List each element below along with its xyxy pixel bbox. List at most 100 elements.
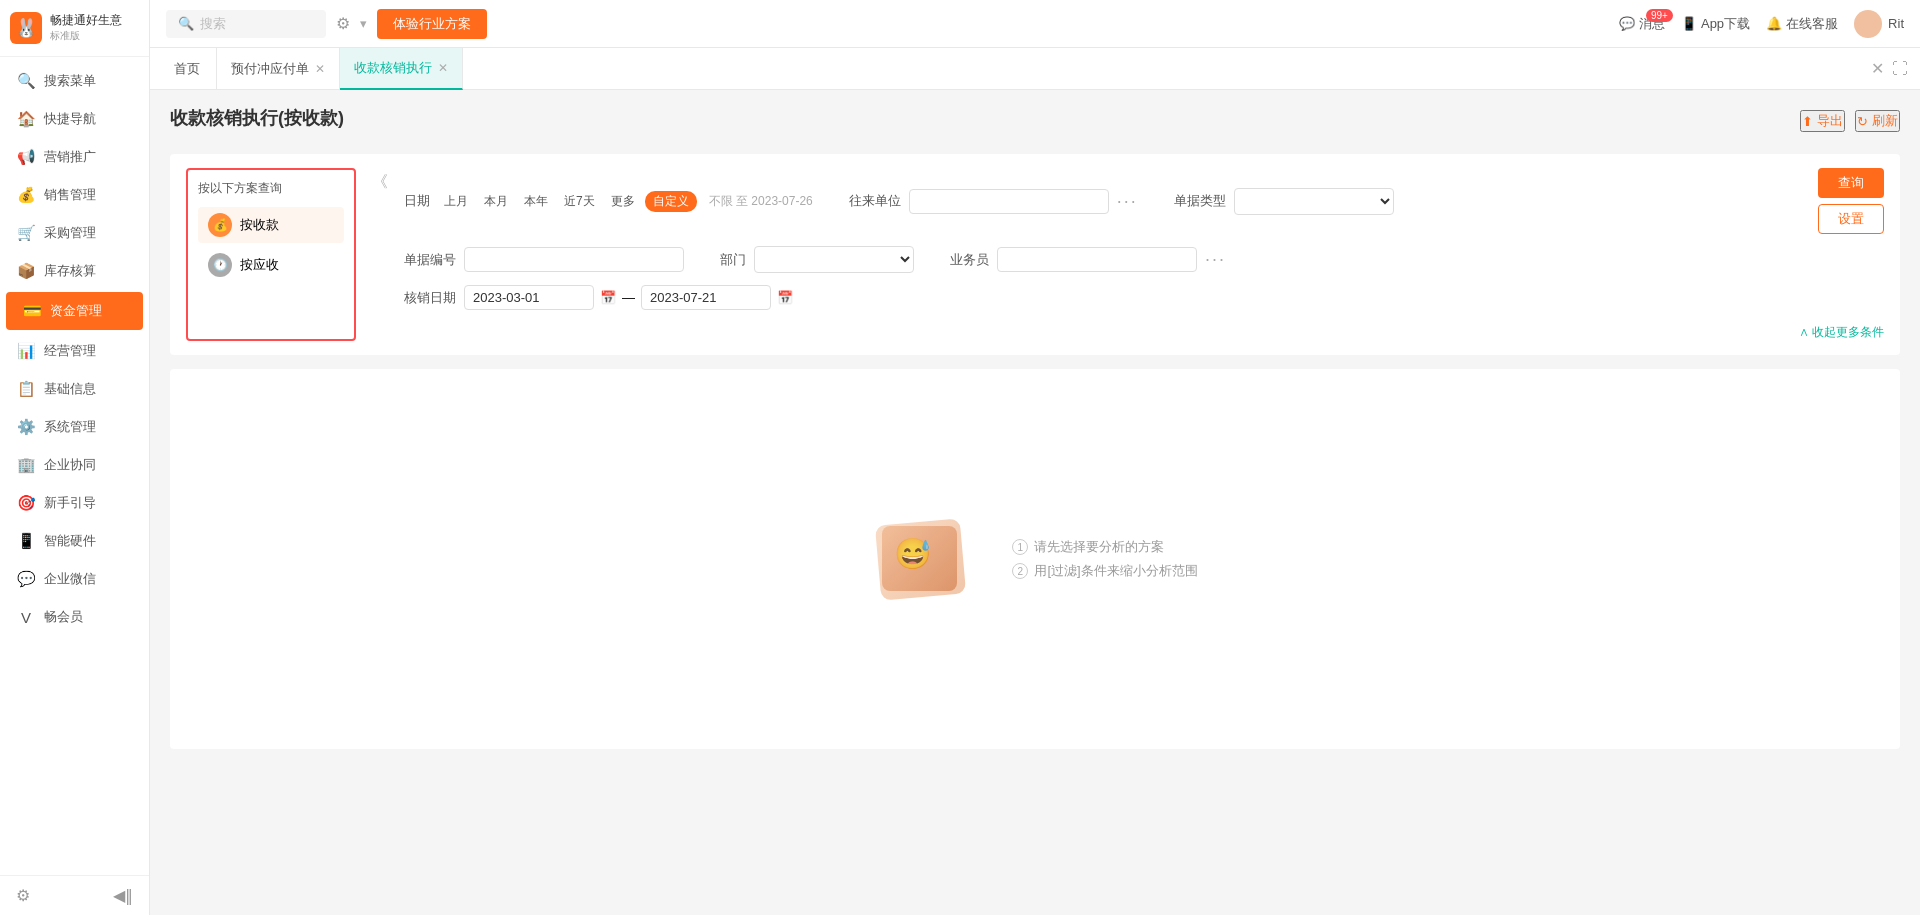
tab-maximize-button[interactable]: ⛶ bbox=[1892, 60, 1908, 78]
sidebar-item-operations[interactable]: 📊 经营管理 bbox=[0, 332, 149, 370]
date-btn-this-month[interactable]: 本月 bbox=[478, 191, 514, 212]
tab-receipt[interactable]: 收款核销执行 ✕ bbox=[340, 48, 463, 90]
tab-home[interactable]: 首页 bbox=[158, 48, 217, 90]
sidebar-item-label: 搜索菜单 bbox=[44, 72, 96, 90]
sidebar-menu: 🔍 搜索菜单 🏠 快捷导航 📢 营销推广 💰 销售管理 🛒 采购管理 📦 库存核… bbox=[0, 57, 149, 875]
date-btn-this-year[interactable]: 本年 bbox=[518, 191, 554, 212]
user-area[interactable]: Rit bbox=[1854, 10, 1904, 38]
tabbar-actions: ✕ ⛶ bbox=[1871, 59, 1920, 78]
date-btn-custom[interactable]: 自定义 bbox=[645, 191, 697, 212]
date-shortcut-buttons: 上月 本月 本年 近7天 更多 自定义 bbox=[438, 191, 697, 212]
filter-option-by-receipt[interactable]: 💰 按收款 bbox=[198, 207, 344, 243]
tab-prepay-label: 预付冲应付单 bbox=[231, 60, 309, 78]
date-btn-7days[interactable]: 近7天 bbox=[558, 191, 601, 212]
cart-icon: 🛒 bbox=[16, 224, 36, 242]
tab-receipt-close-icon[interactable]: ✕ bbox=[438, 61, 448, 75]
card-icon: 💳 bbox=[22, 302, 42, 320]
date-btn-more[interactable]: 更多 bbox=[605, 191, 641, 212]
collapse-sidebar-icon[interactable]: ◀‖ bbox=[113, 886, 133, 905]
form-action-buttons: 查询 设置 bbox=[1818, 168, 1884, 234]
sidebar-item-label: 基础信息 bbox=[44, 380, 96, 398]
filter-row-2: 单据编号 部门 业务员 bbox=[404, 246, 1884, 273]
sidebar-item-label: 畅会员 bbox=[44, 608, 83, 626]
hint-text-2: 用[过滤]条件来缩小分析范围 bbox=[1034, 562, 1197, 580]
sidebar-item-member[interactable]: V 畅会员 bbox=[0, 598, 149, 636]
writeoff-date-label: 核销日期 bbox=[404, 289, 456, 307]
receipt-icon: 💰 bbox=[208, 213, 232, 237]
sidebar-item-inventory[interactable]: 📦 库存核算 bbox=[0, 252, 149, 290]
filter-query-panel: 按以下方案查询 💰 按收款 🕐 按应收 bbox=[186, 168, 356, 341]
counterparty-input[interactable] bbox=[909, 189, 1109, 214]
hint-text-1: 请先选择要分析的方案 bbox=[1034, 538, 1164, 556]
sidebar-item-label: 资金管理 bbox=[50, 302, 102, 320]
bill-type-select[interactable] bbox=[1234, 188, 1394, 215]
sidebar-item-enterprise[interactable]: 🏢 企业协同 bbox=[0, 446, 149, 484]
tabbar: 首页 预付冲应付单 ✕ 收款核销执行 ✕ ✕ ⛶ bbox=[150, 48, 1920, 90]
settings-icon[interactable]: ⚙ bbox=[16, 886, 30, 905]
sidebar-item-quick-nav[interactable]: 🏠 快捷导航 bbox=[0, 100, 149, 138]
sidebar-item-label: 营销推广 bbox=[44, 148, 96, 166]
sidebar-item-label: 销售管理 bbox=[44, 186, 96, 204]
sidebar-item-purchase[interactable]: 🛒 采购管理 bbox=[0, 214, 149, 252]
sidebar-item-label: 企业协同 bbox=[44, 456, 96, 474]
sidebar-item-marketing[interactable]: 📢 营销推广 bbox=[0, 138, 149, 176]
tab-prepay-close-icon[interactable]: ✕ bbox=[315, 62, 325, 76]
sidebar-item-funds[interactable]: 💳 资金管理 bbox=[6, 292, 143, 330]
money-icon: 💰 bbox=[16, 186, 36, 204]
logo-text-block: 畅捷通好生意 标准版 bbox=[50, 13, 122, 43]
filter-option-by-receivable[interactable]: 🕐 按应收 bbox=[198, 247, 344, 283]
action-buttons: ⬆ 导出 ↻ 刷新 bbox=[1800, 110, 1900, 132]
tab-close-button[interactable]: ✕ bbox=[1871, 59, 1884, 78]
filter-panel-title: 按以下方案查询 bbox=[198, 180, 344, 197]
page-title: 收款核销执行(按收款) bbox=[170, 106, 344, 130]
export-button[interactable]: ⬆ 导出 bbox=[1800, 110, 1845, 132]
dept-select[interactable] bbox=[754, 246, 914, 273]
sidebar-item-label: 系统管理 bbox=[44, 418, 96, 436]
expand-conditions-button[interactable]: ∧ 收起更多条件 bbox=[404, 324, 1884, 341]
logo-name: 畅捷通好生意 bbox=[50, 13, 122, 29]
bill-type-group: 单据类型 bbox=[1174, 188, 1394, 215]
bill-no-input[interactable] bbox=[464, 247, 684, 272]
sidebar: 🐰 畅捷通好生意 标准版 🔍 搜索菜单 🏠 快捷导航 📢 营销推广 💰 销售管理… bbox=[0, 0, 150, 915]
search-box[interactable]: 🔍 搜索 bbox=[166, 10, 326, 38]
sidebar-item-basics[interactable]: 📋 基础信息 bbox=[0, 370, 149, 408]
refresh-button[interactable]: ↻ 刷新 bbox=[1855, 110, 1900, 132]
topbar-left: 🔍 搜索 ⚙ ▾ 体验行业方案 bbox=[166, 9, 487, 39]
online-service-button[interactable]: 🔔 在线客服 bbox=[1766, 15, 1838, 33]
megaphone-icon: 📢 bbox=[16, 148, 36, 166]
settings-button[interactable]: ⚙ bbox=[336, 14, 350, 33]
sidebar-item-search[interactable]: 🔍 搜索菜单 bbox=[0, 62, 149, 100]
service-icon: 🔔 bbox=[1766, 16, 1782, 31]
counterparty-dots-icon[interactable]: ··· bbox=[1117, 191, 1138, 212]
settings-form-button[interactable]: 设置 bbox=[1818, 204, 1884, 234]
app-download-button[interactable]: 📱 App下载 bbox=[1681, 15, 1750, 33]
sidebar-item-wechat[interactable]: 💬 企业微信 bbox=[0, 560, 149, 598]
tab-prepay[interactable]: 预付冲应付单 ✕ bbox=[217, 48, 340, 90]
calendar-start-icon[interactable]: 📅 bbox=[600, 290, 616, 305]
staff-input[interactable] bbox=[997, 247, 1197, 272]
writeoff-end-input[interactable] bbox=[641, 285, 771, 310]
writeoff-start-input[interactable] bbox=[464, 285, 594, 310]
app-download-label: App下载 bbox=[1701, 15, 1750, 33]
calendar-end-icon[interactable]: 📅 bbox=[777, 290, 793, 305]
counterparty-label: 往来单位 bbox=[849, 192, 901, 210]
dept-label: 部门 bbox=[720, 251, 746, 269]
tab-receipt-label: 收款核销执行 bbox=[354, 59, 432, 77]
sidebar-item-label: 采购管理 bbox=[44, 224, 96, 242]
sidebar-item-guide[interactable]: 🎯 新手引导 bbox=[0, 484, 149, 522]
topbar-dropdown-icon[interactable]: ▾ bbox=[360, 16, 367, 31]
sidebar-item-sales[interactable]: 💰 销售管理 bbox=[0, 176, 149, 214]
sidebar-item-label: 库存核算 bbox=[44, 262, 96, 280]
date-btn-last-month[interactable]: 上月 bbox=[438, 191, 474, 212]
query-button[interactable]: 查询 bbox=[1818, 168, 1884, 198]
collapse-filter-button[interactable]: 《 bbox=[366, 172, 394, 193]
trial-button[interactable]: 体验行业方案 bbox=[377, 9, 487, 39]
message-button[interactable]: 💬 消息 99+ bbox=[1619, 15, 1665, 33]
sidebar-item-system[interactable]: ⚙️ 系统管理 bbox=[0, 408, 149, 446]
sidebar-item-hardware[interactable]: 📱 智能硬件 bbox=[0, 522, 149, 560]
staff-dots-icon[interactable]: ··· bbox=[1205, 249, 1226, 270]
search-icon: 🔍 bbox=[16, 72, 36, 90]
empty-state-content: 😅 1 请先选择要分析的方案 2 用[过滤]条件来缩小分析范围 bbox=[872, 514, 1197, 604]
download-icon: 📱 bbox=[1681, 16, 1697, 31]
vip-icon: V bbox=[16, 609, 36, 626]
